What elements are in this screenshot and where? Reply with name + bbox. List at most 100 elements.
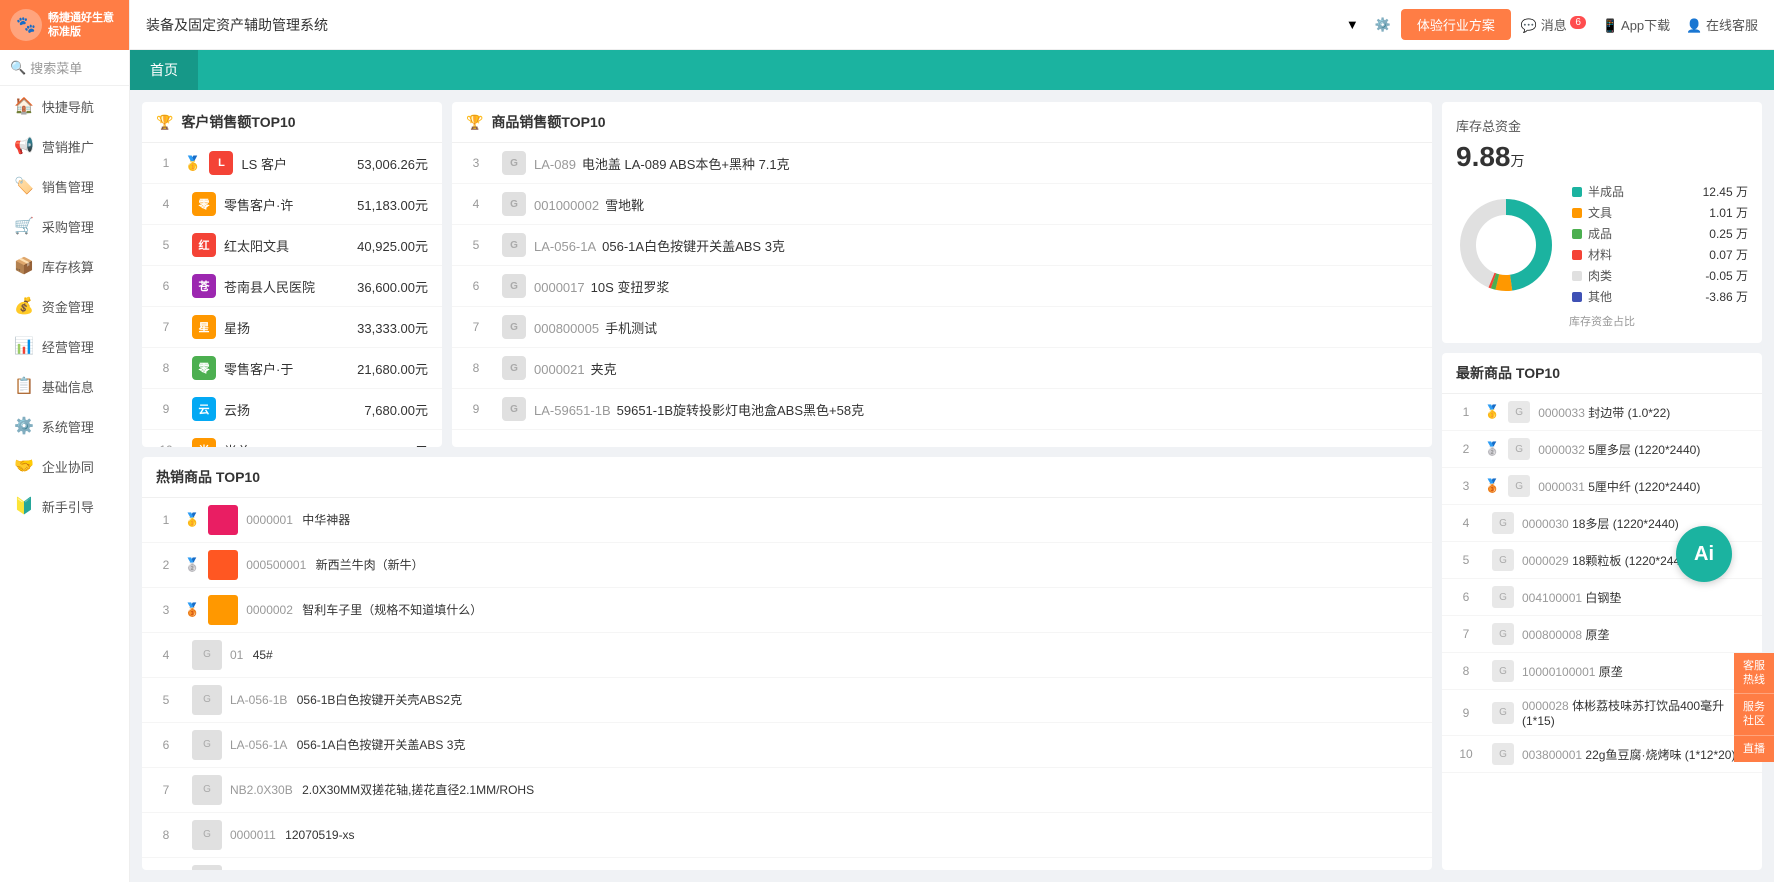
product-info: 0000033 封边带 (1.0*22) [1538, 404, 1748, 421]
inventory-legend: 半成品 12.45 万 文具 1.01 万 成品 0.25 万 材料 0.07 … [1572, 183, 1748, 309]
ai-chat-button[interactable]: Ai [1676, 526, 1732, 582]
sidebar-item-quick-nav[interactable]: 🏠 快捷导航 [0, 86, 129, 126]
legend-item: 成品 0.25 万 [1572, 225, 1748, 242]
product-icon-box: G [1508, 438, 1530, 460]
product-icon-box: G [1492, 660, 1514, 682]
product-icon-box: G [1492, 743, 1514, 765]
sidebar-item-finance[interactable]: 💰 资金管理 [0, 286, 129, 326]
legend-value: -0.05 万 [1705, 267, 1748, 284]
hot-product-item: 2 🥈 000500001 新西兰牛肉（新牛） [142, 543, 1432, 588]
hot-product-info: 0000011 12070519-xs [230, 828, 1418, 842]
product-info: 004100001 白钢垫 [1522, 589, 1748, 606]
product-icon-box: G [1492, 702, 1514, 724]
legend-label: 肉类 [1588, 267, 1699, 284]
legend-dot [1572, 292, 1582, 302]
rank-avatar: 云 [192, 397, 216, 421]
rank-name: 零售客户·许 [224, 195, 349, 214]
legend-label: 半成品 [1588, 183, 1697, 200]
product-rank: 10 [1456, 747, 1476, 761]
rank-avatar: G [502, 233, 526, 257]
hot-product-img: G [192, 730, 222, 760]
rank-name: LS 客户 [241, 154, 349, 173]
new-product-item: 9 G 0000028 体彬荔枝味苏打饮品400毫升 (1*15) [1442, 690, 1762, 736]
product-ranking-item: 4 G 001000002雪地靴 [452, 184, 1432, 225]
hot-product-item: 6 G LA-056-1A 056-1A白色按键开关盖ABS 3克 [142, 723, 1432, 768]
sidebar-item-sales[interactable]: 🏷️ 销售管理 [0, 166, 129, 206]
topbar-right: 💬 消息 6 📱 App下载 👤 在线客服 [1521, 15, 1758, 34]
inventory-panel: 库存总资金 9.88万 [1442, 102, 1762, 343]
product-icon-box: G [1508, 401, 1530, 423]
rank-name: 000001710S 变扭罗浆 [534, 277, 1418, 296]
hot-product-item: 5 G LA-056-1B 056-1B白色按键开关壳ABS2克 [142, 678, 1432, 723]
sidebar-item-inventory[interactable]: 📦 库存核算 [0, 246, 129, 286]
hot-product-info: LA-056-1B 056-1B白色按键开关壳ABS2克 [230, 691, 1418, 708]
float-service: 客服热线 服务社区 直播 [1734, 653, 1774, 762]
settings-icon[interactable]: ⚙️ [1375, 17, 1391, 33]
product-ranking-item: 9 G LA-59651-1B59651-1B旋转投影灯电池盒ABS黑色+58克 [452, 389, 1432, 430]
hot-product-info: 000500001 新西兰牛肉（新牛） [246, 556, 1418, 573]
product-rank: 9 [1456, 706, 1476, 720]
rank-name: 星扬 [224, 318, 349, 337]
new-products-header: 最新商品 TOP10 [1442, 353, 1762, 394]
rank-avatar: 肖 [192, 438, 216, 447]
sidebar-item-basic-info[interactable]: 📋 基础信息 [0, 366, 129, 406]
rank-amount: 33,333.00元 [357, 318, 428, 337]
system-dropdown[interactable]: ▼ [1346, 17, 1359, 32]
product-info: 10000100001 原垄 [1522, 663, 1748, 680]
sidebar-item-marketing[interactable]: 📢 营销推广 [0, 126, 129, 166]
rank-avatar: G [502, 356, 526, 380]
logo-text: 畅捷通好生意 标准版 [48, 11, 114, 40]
customer-ranking-list: 1 🥇 L LS 客户 53,006.26元 4 零 零售客户·许 51,183… [142, 143, 442, 447]
rank-number: 4 [156, 197, 176, 211]
rank-amount: 40,925.00元 [357, 236, 428, 255]
hot-rank: 7 [156, 783, 176, 797]
legend-value: 12.45 万 [1703, 183, 1748, 200]
rank-avatar: 苍 [192, 274, 216, 298]
customer-ranking-item: 1 🥇 L LS 客户 53,006.26元 [142, 143, 442, 184]
hot-products-header: 热销商品 TOP10 [142, 457, 1432, 498]
marketing-icon: 📢 [14, 136, 34, 156]
hot-product-img: G [192, 865, 222, 870]
online-service-btn[interactable]: 👤 在线客服 [1686, 15, 1758, 34]
rank-number: 5 [466, 238, 486, 252]
rank-avatar: G [502, 397, 526, 421]
search-menu[interactable]: 🔍 搜索菜单 [0, 50, 129, 86]
hot-product-item: 7 G NB2.0X30B 2.0X30MM双搓花轴,搓花直径2.1MM/ROH… [142, 768, 1432, 813]
product-icon-box: G [1492, 512, 1514, 534]
hot-product-info: LA-056-1A 056-1A白色按键开关盖ABS 3克 [230, 736, 1418, 753]
sidebar-item-enterprise[interactable]: 🤝 企业协同 [0, 446, 129, 486]
product-sales-panel: 🏆 商品销售额TOP10 3 G LA-089电池盖 LA-089 ABS本色+… [452, 102, 1432, 447]
tab-home[interactable]: 首页 [130, 50, 198, 90]
message-btn[interactable]: 💬 消息 6 [1521, 15, 1586, 34]
product-info: 000800008 原垄 [1522, 626, 1748, 643]
hot-product-img [208, 505, 238, 535]
sidebar-item-purchase[interactable]: 🛒 采购管理 [0, 206, 129, 246]
customer-panel-header: 🏆 客户销售额TOP10 [142, 102, 442, 143]
customer-ranking-item: 7 星 星扬 33,333.00元 [142, 307, 442, 348]
float-customer-service[interactable]: 客服热线 [1734, 653, 1774, 695]
top-row: 🏆 客户销售额TOP10 1 🥇 L LS 客户 53,006.26元 4 零 … [142, 102, 1432, 447]
new-product-item: 7 G 000800008 原垄 [1442, 616, 1762, 653]
float-live[interactable]: 直播 [1734, 736, 1774, 762]
sidebar-item-operation[interactable]: 📊 经营管理 [0, 326, 129, 366]
product-ranking-item: 3 G LA-089电池盖 LA-089 ABS本色+黑种 7.1克 [452, 143, 1432, 184]
inventory-title: 库存总资金 [1456, 116, 1748, 135]
rank-amount: 36,600.00元 [357, 277, 428, 296]
product-rank: 7 [1456, 627, 1476, 641]
hot-product-info: 0000002 智利车子里（规格不知道填什么） [246, 601, 1418, 618]
inventory-amount: 9.88万 [1456, 141, 1525, 172]
sidebar-item-sys-manage[interactable]: ⚙️ 系统管理 [0, 406, 129, 446]
rank-amount: 7,563.00元 [364, 441, 428, 447]
rank-number: 6 [156, 279, 176, 293]
product-ranking-item: 8 G 0000021夹克 [452, 348, 1432, 389]
legend-item: 材料 0.07 万 [1572, 246, 1748, 263]
rank-name: 云扬 [224, 400, 356, 419]
hot-rank: 5 [156, 693, 176, 707]
new-product-item: 2 🥈 G 0000032 5厘多层 (1220*2440) [1442, 431, 1762, 468]
rank-avatar: 红 [192, 233, 216, 257]
experience-btn[interactable]: 体验行业方案 [1401, 9, 1511, 40]
float-community[interactable]: 服务社区 [1734, 694, 1774, 736]
product-icon-box: G [1508, 475, 1530, 497]
sidebar-item-guide[interactable]: 🔰 新手引导 [0, 486, 129, 526]
app-download-btn[interactable]: 📱 App下载 [1602, 15, 1670, 34]
